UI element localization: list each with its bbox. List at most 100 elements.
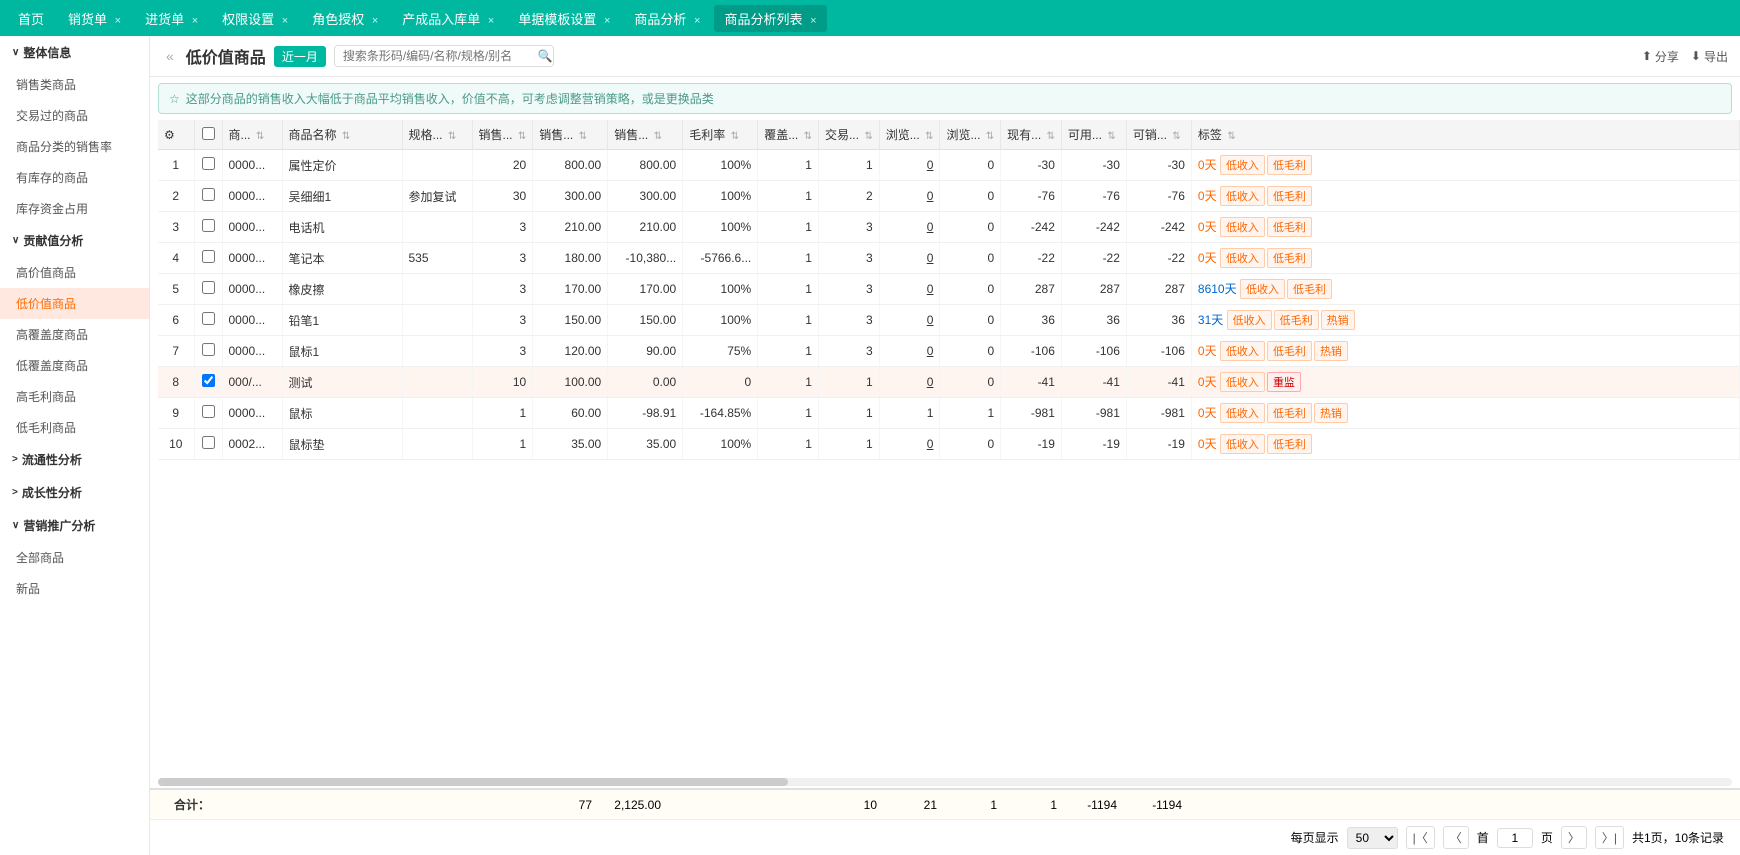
cell-check[interactable]	[194, 367, 222, 398]
th-trade[interactable]: 交易... ⇅	[818, 120, 879, 150]
time-tag-btn[interactable]: 近一月	[274, 46, 326, 67]
sidebar-item-new-goods[interactable]: 新品	[0, 573, 149, 604]
cell-check[interactable]	[194, 274, 222, 305]
cell-name: 铅笔1	[282, 305, 402, 336]
cell-browse1[interactable]: 0	[879, 367, 940, 398]
sidebar-item-high-value[interactable]: 高价值商品	[0, 257, 149, 288]
sidebar-group-growth[interactable]: > 成长性分析	[0, 476, 149, 509]
tag-label: 低毛利	[1267, 434, 1312, 454]
th-code[interactable]: 商... ⇅	[222, 120, 282, 150]
cell-browse1[interactable]: 1	[879, 398, 940, 429]
cell-available: -41	[1061, 367, 1126, 398]
cell-check[interactable]	[194, 398, 222, 429]
nav-purchase[interactable]: 进货单 ×	[135, 5, 208, 32]
cell-browse1[interactable]: 0	[879, 429, 940, 460]
cell-browse1[interactable]: 0	[879, 150, 940, 181]
cell-cover: 1	[758, 398, 819, 429]
sidebar: ∨ 整体信息 销售类商品 交易过的商品 商品分类的销售率 有库存的商品 库存资金…	[0, 36, 150, 855]
th-current[interactable]: 现有... ⇅	[1001, 120, 1062, 150]
browse-link[interactable]: 0	[927, 220, 934, 234]
browse-link[interactable]: 0	[927, 375, 934, 389]
th-sale2[interactable]: 销售... ⇅	[533, 120, 608, 150]
search-input[interactable]	[334, 45, 554, 67]
cell-check[interactable]	[194, 181, 222, 212]
next-page-btn[interactable]: 〉	[1561, 826, 1587, 849]
nav-analysis-list[interactable]: 商品分析列表 ×	[714, 5, 826, 32]
cell-name: 鼠标1	[282, 336, 402, 367]
browse-link[interactable]: 0	[927, 158, 934, 172]
th-browse1[interactable]: 浏览... ⇅	[879, 120, 940, 150]
cell-browse1[interactable]: 0	[879, 305, 940, 336]
cell-check[interactable]	[194, 150, 222, 181]
sidebar-group-marketing[interactable]: ∨ 营销推广分析	[0, 509, 149, 542]
browse-link[interactable]: 0	[927, 344, 934, 358]
th-margin[interactable]: 毛利率 ⇅	[683, 120, 758, 150]
th-salable[interactable]: 可销... ⇅	[1126, 120, 1191, 150]
th-browse2[interactable]: 浏览... ⇅	[940, 120, 1001, 150]
cell-browse1[interactable]: 0	[879, 212, 940, 243]
export-btn[interactable]: ⬇ 导出	[1691, 48, 1728, 65]
sidebar-group-overall[interactable]: ∨ 整体信息	[0, 36, 149, 69]
search-icon[interactable]: 🔍	[538, 49, 553, 63]
nav-sales[interactable]: 销货单 ×	[58, 5, 131, 32]
share-btn[interactable]: ⬆ 分享	[1642, 48, 1679, 65]
cell-browse1[interactable]: 0	[879, 181, 940, 212]
nav-template[interactable]: 单据模板设置 ×	[508, 5, 620, 32]
scrollbar-thumb[interactable]	[158, 778, 788, 786]
th-check[interactable]	[194, 120, 222, 150]
th-settings[interactable]: ⚙	[158, 120, 194, 150]
cell-check[interactable]	[194, 336, 222, 367]
sidebar-item-high-margin[interactable]: 高毛利商品	[0, 381, 149, 412]
cell-check[interactable]	[194, 243, 222, 274]
browse-link[interactable]: 0	[927, 189, 934, 203]
sidebar-group-circulation[interactable]: > 流通性分析	[0, 443, 149, 476]
nav-analysis[interactable]: 商品分析 ×	[624, 5, 710, 32]
cell-browse2: 1	[940, 398, 1001, 429]
th-tags[interactable]: 标签 ⇅	[1191, 120, 1739, 150]
browse-link[interactable]: 0	[927, 437, 934, 451]
browse-link[interactable]: 0	[927, 313, 934, 327]
sidebar-item-inventory-capital[interactable]: 库存资金占用	[0, 193, 149, 224]
cell-check[interactable]	[194, 212, 222, 243]
cell-spec	[402, 212, 472, 243]
last-page-btn[interactable]: 〉|	[1595, 826, 1624, 849]
nav-role[interactable]: 角色授权 ×	[302, 5, 388, 32]
browse-link[interactable]: 0	[927, 282, 934, 296]
cell-browse1[interactable]: 0	[879, 274, 940, 305]
cell-check[interactable]	[194, 429, 222, 460]
th-spec[interactable]: 规格... ⇅	[402, 120, 472, 150]
per-page-select[interactable]: 50 100 200	[1347, 827, 1398, 849]
th-sale1[interactable]: 销售... ⇅	[472, 120, 533, 150]
sidebar-group-contribution[interactable]: ∨ 贡献值分析	[0, 224, 149, 257]
cell-available: -30	[1061, 150, 1126, 181]
sidebar-item-category-rate[interactable]: 商品分类的销售率	[0, 131, 149, 162]
first-page-btn[interactable]: |〈	[1406, 826, 1435, 849]
th-name[interactable]: 商品名称 ⇅	[282, 120, 402, 150]
horizontal-scrollbar[interactable]	[158, 778, 1732, 786]
cell-browse1[interactable]: 0	[879, 336, 940, 367]
cell-spec	[402, 336, 472, 367]
share-label: 分享	[1655, 48, 1679, 65]
browse-link[interactable]: 0	[927, 251, 934, 265]
sidebar-item-high-coverage[interactable]: 高覆盖度商品	[0, 319, 149, 350]
sidebar-item-all-goods[interactable]: 全部商品	[0, 542, 149, 573]
sidebar-item-inventory-goods[interactable]: 有库存的商品	[0, 162, 149, 193]
page-input[interactable]	[1497, 828, 1533, 848]
sidebar-item-traded-goods[interactable]: 交易过的商品	[0, 100, 149, 131]
cell-browse1[interactable]: 0	[879, 243, 940, 274]
th-available[interactable]: 可用... ⇅	[1061, 120, 1126, 150]
cell-code: 0000...	[222, 181, 282, 212]
export-label: 导出	[1704, 48, 1728, 65]
nav-perm[interactable]: 权限设置 ×	[212, 5, 298, 32]
sidebar-item-low-margin[interactable]: 低毛利商品	[0, 412, 149, 443]
sidebar-item-low-coverage[interactable]: 低覆盖度商品	[0, 350, 149, 381]
nav-inbound[interactable]: 产成品入库单 ×	[392, 5, 504, 32]
sidebar-item-low-value[interactable]: 低价值商品	[0, 288, 149, 319]
prev-page-btn[interactable]: 〈	[1443, 826, 1469, 849]
th-sale3[interactable]: 销售... ⇅	[608, 120, 683, 150]
sidebar-collapse-btn[interactable]: «	[162, 48, 178, 64]
th-cover[interactable]: 覆盖... ⇅	[758, 120, 819, 150]
sidebar-item-sales-goods[interactable]: 销售类商品	[0, 69, 149, 100]
cell-check[interactable]	[194, 305, 222, 336]
nav-home[interactable]: 首页	[8, 5, 54, 32]
